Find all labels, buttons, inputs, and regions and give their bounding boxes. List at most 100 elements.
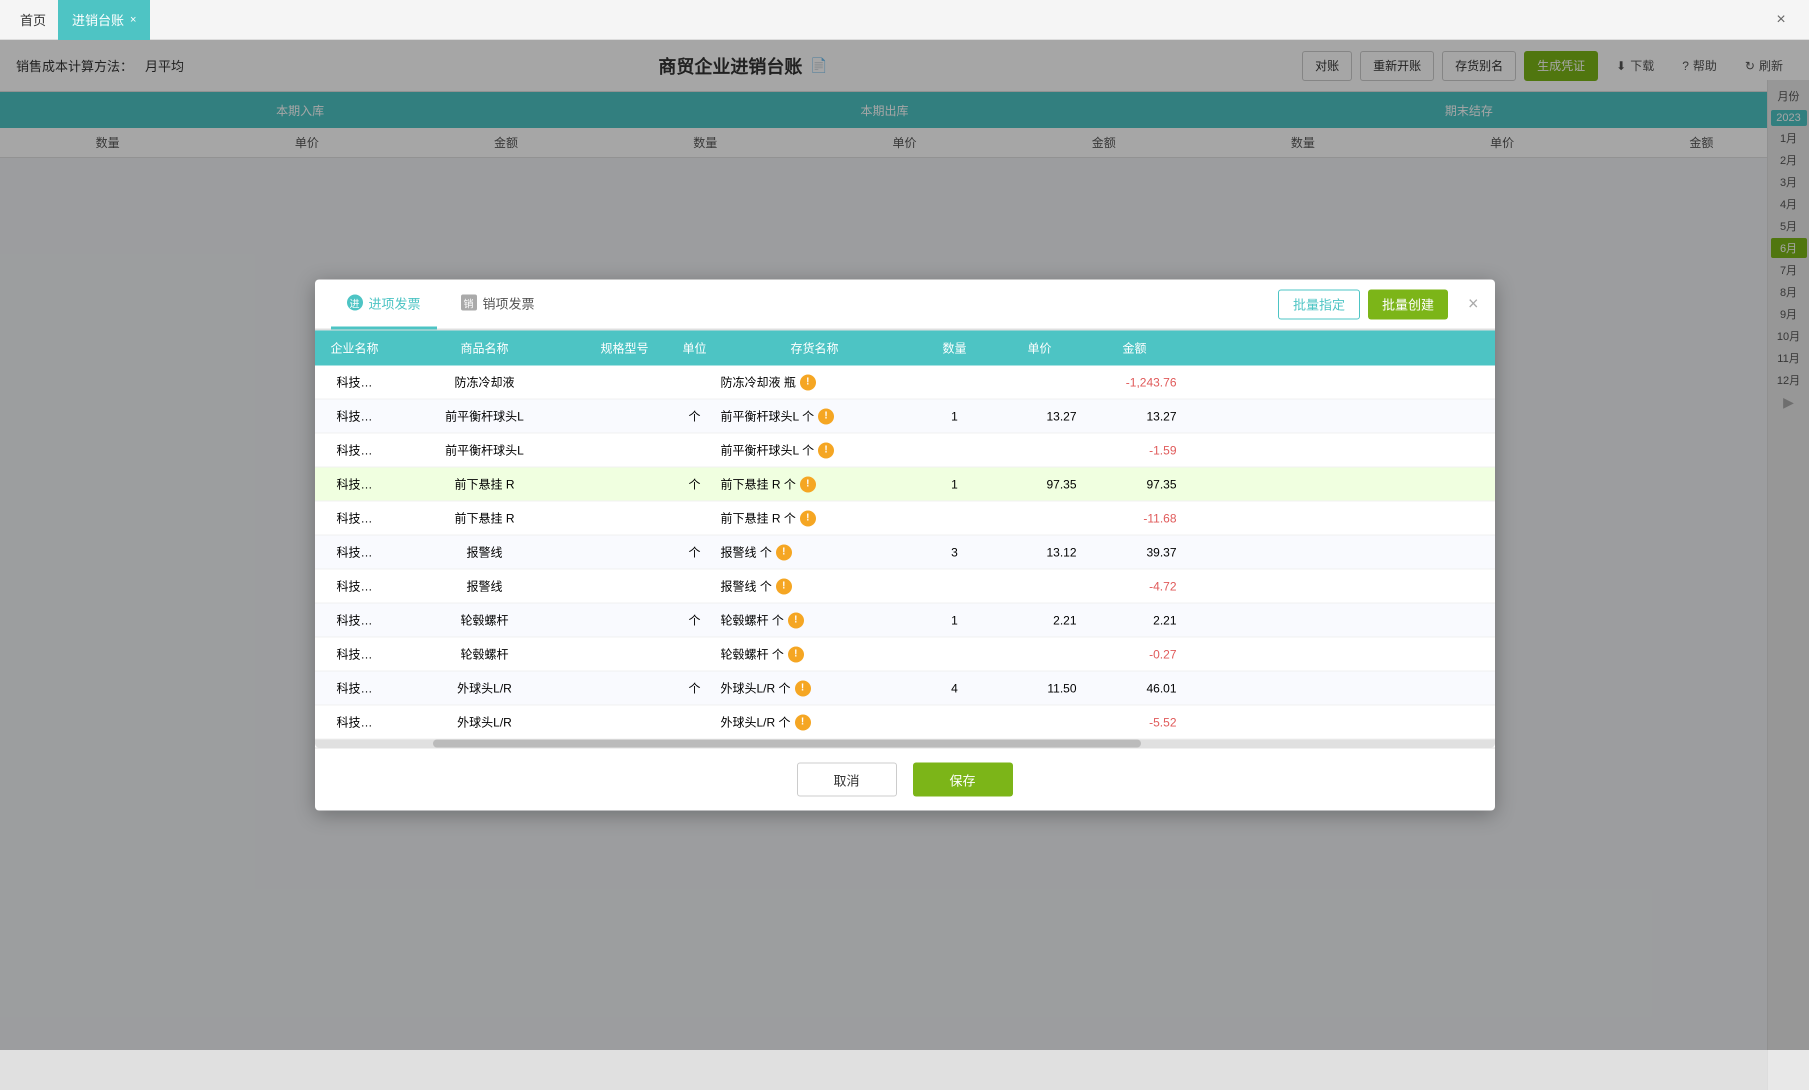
cell-amount: -0.27 xyxy=(1085,647,1185,661)
cell-stock: 轮毂螺杆 个! xyxy=(715,612,915,629)
purchase-tab-label: 进项发票 xyxy=(369,293,421,312)
cell-stock: 前下悬挂 R 个! xyxy=(715,510,915,527)
main-content: 销售成本计算方法： 月平均 商贸企业进销台账 📄 对账 重新开账 存货别名 生成… xyxy=(0,40,1809,1050)
warning-icon: ! xyxy=(776,578,792,594)
dialog-footer: 取消 保存 xyxy=(315,748,1495,811)
cancel-button[interactable]: 取消 xyxy=(797,763,897,797)
cell-company: 科技… xyxy=(315,544,395,561)
home-tab[interactable]: 首页 xyxy=(8,10,58,29)
table-row[interactable]: 科技… 前下悬挂 R 前下悬挂 R 个! -11.68 xyxy=(315,502,1495,536)
table-row[interactable]: 科技… 外球头L/R 外球头L/R 个! -5.52 xyxy=(315,706,1495,740)
cell-unit: 个 xyxy=(675,408,715,425)
cell-amount: 13.27 xyxy=(1085,409,1185,423)
cell-amount: -11.68 xyxy=(1085,511,1185,525)
table-row[interactable]: 科技… 前平衡杆球头L 前平衡杆球头L 个! -1.59 xyxy=(315,434,1495,468)
cell-stock: 外球头L/R 个! xyxy=(715,680,915,697)
cell-company: 科技… xyxy=(315,408,395,425)
cell-stock: 防冻冷却液 瓶! xyxy=(715,374,915,391)
warning-icon: ! xyxy=(788,646,804,662)
cell-qty: 1 xyxy=(915,477,995,491)
table-row[interactable]: 科技… 前下悬挂 R 个 前下悬挂 R 个! 1 97.35 97.35 xyxy=(315,468,1495,502)
cell-product: 外球头L/R xyxy=(395,714,575,731)
cell-qty: 4 xyxy=(915,681,995,695)
cell-stock: 报警线 个! xyxy=(715,578,915,595)
warning-icon: ! xyxy=(795,680,811,696)
cell-price: 97.35 xyxy=(995,477,1085,491)
dialog-header: 进 进项发票 销 销项发票 批量指定 批量创建 × xyxy=(315,280,1495,330)
cell-amount: -1.59 xyxy=(1085,443,1185,457)
warning-icon: ! xyxy=(818,442,834,458)
cell-product: 外球头L/R xyxy=(395,680,575,697)
header-company: 企业名称 xyxy=(315,340,395,357)
table-row[interactable]: 科技… 外球头L/R 个 外球头L/R 个! 4 11.50 46.01 xyxy=(315,672,1495,706)
table-row[interactable]: 科技… 轮毂螺杆 轮毂螺杆 个! -0.27 xyxy=(315,638,1495,672)
cell-qty: 1 xyxy=(915,613,995,627)
cell-price: 11.50 xyxy=(995,681,1085,695)
warning-icon: ! xyxy=(800,374,816,390)
cell-amount: 39.37 xyxy=(1085,545,1185,559)
cell-amount: -4.72 xyxy=(1085,579,1185,593)
cell-price: 2.21 xyxy=(995,613,1085,627)
cell-product: 报警线 xyxy=(395,578,575,595)
cell-stock: 前平衡杆球头L 个! xyxy=(715,442,915,459)
cell-amount: -1,243.76 xyxy=(1085,375,1185,389)
cell-product: 前下悬挂 R xyxy=(395,476,575,493)
dialog-close-button[interactable]: × xyxy=(1468,289,1479,319)
header-price: 单价 xyxy=(995,340,1085,357)
cell-stock: 轮毂螺杆 个! xyxy=(715,646,915,663)
cell-product: 前平衡杆球头L xyxy=(395,442,575,459)
table-row[interactable]: 科技… 前平衡杆球头L 个 前平衡杆球头L 个! 1 13.27 13.27 xyxy=(315,400,1495,434)
cell-product: 防冻冷却液 xyxy=(395,374,575,391)
tab-label: 进销台账 xyxy=(72,10,124,29)
warning-icon: ! xyxy=(800,510,816,526)
cell-product: 报警线 xyxy=(395,544,575,561)
cell-unit: 个 xyxy=(675,544,715,561)
warning-icon: ! xyxy=(800,476,816,492)
purchase-sales-tab[interactable]: 进销台账 × xyxy=(58,0,150,40)
warning-icon: ! xyxy=(818,408,834,424)
cell-product: 前平衡杆球头L xyxy=(395,408,575,425)
warning-icon: ! xyxy=(788,612,804,628)
header-product: 商品名称 xyxy=(395,340,575,357)
cell-company: 科技… xyxy=(315,374,395,391)
cell-company: 科技… xyxy=(315,646,395,663)
window-close-button[interactable]: × xyxy=(1761,0,1801,40)
sales-tab-icon: 销 xyxy=(461,295,477,311)
header-unit: 单位 xyxy=(675,340,715,357)
tab-close-icon[interactable]: × xyxy=(130,14,136,26)
cell-product: 前下悬挂 R xyxy=(395,510,575,527)
cell-price: 13.27 xyxy=(995,409,1085,423)
sales-invoice-tab[interactable]: 销 销项发票 xyxy=(445,279,551,329)
cell-company: 科技… xyxy=(315,680,395,697)
invoice-dialog: 进 进项发票 销 销项发票 批量指定 批量创建 × 企业名称 商品名称 规格型号… xyxy=(315,280,1495,811)
warning-icon: ! xyxy=(795,714,811,730)
cell-stock: 前下悬挂 R 个! xyxy=(715,476,915,493)
sales-tab-label: 销项发票 xyxy=(483,293,535,312)
table-body: 科技… 防冻冷却液 防冻冷却液 瓶! -1,243.76 科技… 前平衡杆球头L… xyxy=(315,366,1495,740)
cell-stock: 前平衡杆球头L 个! xyxy=(715,408,915,425)
top-bar: 首页 进销台账 × × xyxy=(0,0,1809,40)
cell-unit: 个 xyxy=(675,680,715,697)
cell-stock: 外球头L/R 个! xyxy=(715,714,915,731)
table-row[interactable]: 科技… 轮毂螺杆 个 轮毂螺杆 个! 1 2.21 2.21 xyxy=(315,604,1495,638)
header-qty: 数量 xyxy=(915,340,995,357)
cell-amount: 97.35 xyxy=(1085,477,1185,491)
cell-price: 13.12 xyxy=(995,545,1085,559)
horizontal-scrollbar[interactable] xyxy=(315,740,1495,748)
scrollbar-thumb[interactable] xyxy=(433,740,1141,748)
table-row[interactable]: 科技… 报警线 个 报警线 个! 3 13.12 39.37 xyxy=(315,536,1495,570)
cell-company: 科技… xyxy=(315,476,395,493)
cell-company: 科技… xyxy=(315,510,395,527)
cell-stock: 报警线 个! xyxy=(715,544,915,561)
warning-icon: ! xyxy=(776,544,792,560)
table-row[interactable]: 科技… 报警线 报警线 个! -4.72 xyxy=(315,570,1495,604)
batch-assign-button[interactable]: 批量指定 xyxy=(1278,289,1360,319)
save-button[interactable]: 保存 xyxy=(913,763,1013,797)
batch-create-button[interactable]: 批量创建 xyxy=(1368,289,1448,319)
purchase-invoice-tab[interactable]: 进 进项发票 xyxy=(331,279,437,329)
cell-amount: 46.01 xyxy=(1085,681,1185,695)
table-row[interactable]: 科技… 防冻冷却液 防冻冷却液 瓶! -1,243.76 xyxy=(315,366,1495,400)
cell-company: 科技… xyxy=(315,714,395,731)
cell-company: 科技… xyxy=(315,612,395,629)
cell-amount: -5.52 xyxy=(1085,715,1185,729)
